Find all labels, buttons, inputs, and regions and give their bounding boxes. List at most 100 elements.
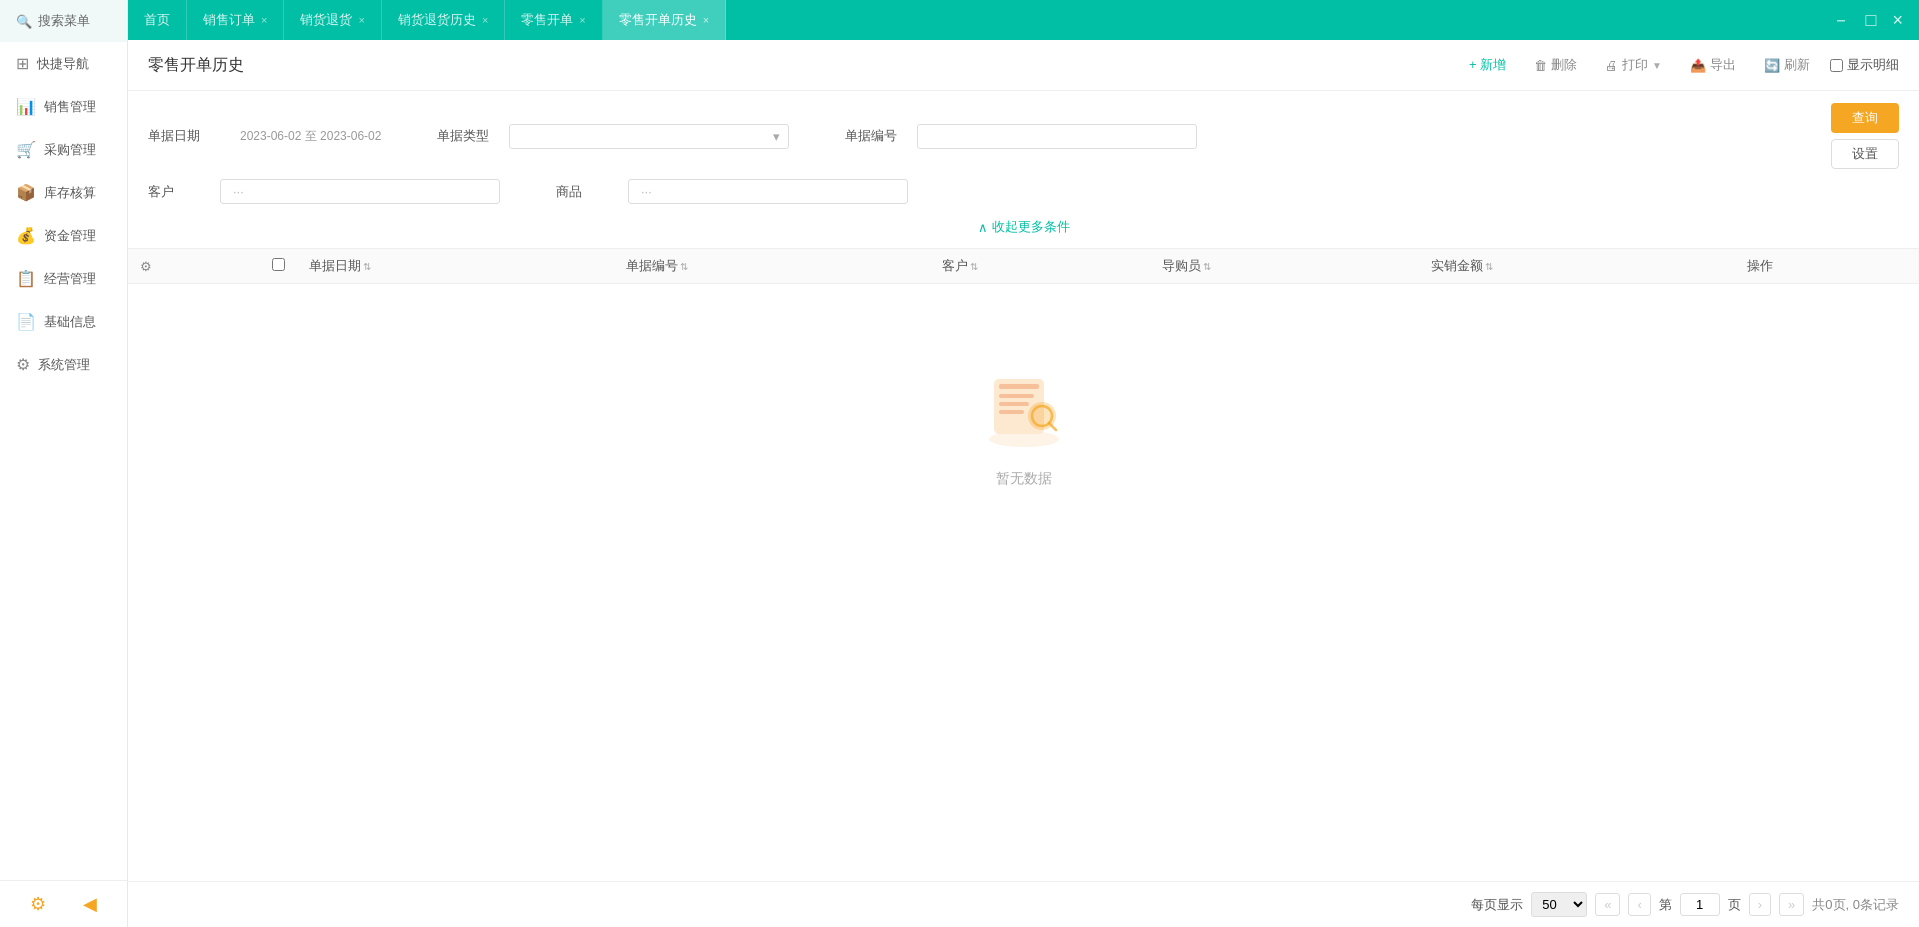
minimize-button[interactable]: －: [1828, 4, 1854, 36]
tab-retail-open[interactable]: 零售开单 ×: [505, 0, 602, 40]
col-header-order_no[interactable]: 单据编号⇅: [614, 249, 930, 284]
add-button[interactable]: + 新增: [1461, 52, 1514, 78]
sidebar-search[interactable]: 🔍 搜索菜单: [0, 0, 127, 42]
delete-button[interactable]: 🗑 删除: [1526, 52, 1585, 78]
collapse-button[interactable]: ∧ 收起更多条件: [148, 214, 1899, 240]
tab-close-icon[interactable]: ×: [579, 14, 585, 26]
page-title: 零售开单历史: [148, 55, 244, 76]
col-header-date[interactable]: 单据日期⇅: [297, 249, 613, 284]
print-dropdown-icon: ▼: [1652, 60, 1662, 71]
tab-list: 首页销售订单 × 销货退货 × 销货退货历史 × 零售开单 × 零售开单历史 ×: [128, 0, 726, 40]
date-range-text: 2023-06-02 至 2023-06-02: [240, 128, 381, 145]
order-no-input[interactable]: [917, 124, 1197, 149]
sidebar-item-inventory[interactable]: 📦 库存核算: [0, 171, 127, 214]
sidebar-item-purchase-mgmt[interactable]: 🛒 采购管理: [0, 128, 127, 171]
refresh-button[interactable]: 🔄 刷新: [1756, 52, 1818, 78]
search-icon: 🔍: [16, 14, 32, 29]
tab-retail-open-history[interactable]: 零售开单历史 ×: [603, 0, 726, 40]
collapse-label: 收起更多条件: [992, 218, 1070, 236]
page-label-after: 页: [1728, 896, 1741, 914]
query-button[interactable]: 查询: [1831, 103, 1899, 133]
tab-label: 零售开单历史: [619, 11, 697, 29]
tab-close-icon[interactable]: ×: [358, 14, 364, 26]
table-settings-icon[interactable]: ⚙: [140, 259, 152, 274]
sales-mgmt-icon: 📊: [16, 97, 36, 116]
tab-sales-return-history[interactable]: 销货退货历史 ×: [382, 0, 505, 40]
export-button[interactable]: 📤 导出: [1682, 52, 1744, 78]
tab-home[interactable]: 首页: [128, 0, 187, 40]
last-page-button[interactable]: »: [1779, 893, 1804, 916]
purchase-mgmt-icon: 🛒: [16, 140, 36, 159]
tab-sales-order[interactable]: 销售订单 ×: [187, 0, 284, 40]
pagination-bar: 每页显示 102050100 « ‹ 第 页 › » 共0页, 0条记录: [128, 881, 1919, 927]
system-icon: ⚙: [16, 355, 30, 374]
sort-icon: ⇅: [1203, 261, 1211, 272]
select-all-checkbox[interactable]: [272, 258, 285, 271]
tab-label: 销货退货: [300, 11, 352, 29]
collapse-icon[interactable]: ◀: [83, 893, 97, 915]
quick-nav-icon: ⊞: [16, 54, 29, 73]
sidebar-item-system[interactable]: ⚙ 系统管理: [0, 343, 127, 386]
col-label: 单据日期: [309, 258, 361, 273]
sidebar-bottom: ⚙ ◀: [0, 880, 127, 927]
sidebar-item-quick-nav[interactable]: ⊞ 快捷导航: [0, 42, 127, 85]
customer-select[interactable]: ···: [220, 179, 500, 204]
page-label-before: 第: [1659, 896, 1672, 914]
delete-icon: 🗑: [1534, 58, 1547, 73]
next-page-button[interactable]: ›: [1749, 893, 1771, 916]
tab-sales-return[interactable]: 销货退货 ×: [284, 0, 381, 40]
sidebar-item-label: 快捷导航: [37, 55, 89, 73]
svg-rect-5: [999, 410, 1024, 414]
print-icon: 🖨: [1605, 58, 1618, 73]
close-button[interactable]: ×: [1888, 6, 1907, 35]
print-button[interactable]: 🖨 打印 ▼: [1597, 52, 1670, 78]
main-content: 首页销售订单 × 销货退货 × 销货退货历史 × 零售开单 × 零售开单历史 × － □ × 零售…: [128, 0, 1919, 927]
tab-label: 销货退货历史: [398, 11, 476, 29]
tab-label: 零售开单: [521, 11, 573, 29]
col-header-customer[interactable]: 客户⇅: [930, 249, 1151, 284]
sort-icon: ⇅: [680, 261, 688, 272]
header-actions: + 新增 🗑 删除 🖨 打印 ▼ 📤 导出 🔄 刷新 显示明细: [1461, 52, 1899, 78]
order-no-label: 单据编号: [845, 127, 901, 145]
svg-rect-3: [999, 394, 1034, 398]
goods-label: 商品: [556, 183, 612, 201]
sidebar-item-label: 经营管理: [44, 270, 96, 288]
customer-dots: ···: [233, 184, 244, 199]
sidebar-item-label: 系统管理: [38, 356, 90, 374]
tab-close-icon[interactable]: ×: [482, 14, 488, 26]
settings-icon[interactable]: ⚙: [30, 893, 46, 915]
sort-icon: ⇅: [1485, 261, 1493, 272]
filter-area: 单据日期 2023-06-02 至 2023-06-02 单据类型 ▾ 单据编号…: [128, 91, 1919, 249]
tab-close-icon[interactable]: ×: [261, 14, 267, 26]
col-label: 单据编号: [626, 258, 678, 273]
col-header-amount[interactable]: 实销金额⇅: [1419, 249, 1735, 284]
empty-text: 暂无数据: [996, 470, 1052, 488]
tab-close-icon[interactable]: ×: [703, 14, 709, 26]
sidebar-item-label: 资金管理: [44, 227, 96, 245]
order-type-label: 单据类型: [437, 127, 493, 145]
col-header-checkbox[interactable]: [260, 249, 297, 284]
sidebar-item-finance[interactable]: 💰 资金管理: [0, 214, 127, 257]
show-detail-checkbox[interactable]: 显示明细: [1830, 56, 1899, 74]
customer-label: 客户: [148, 183, 204, 201]
sidebar-item-sales-mgmt[interactable]: 📊 销售管理: [0, 85, 127, 128]
page-input[interactable]: [1680, 893, 1720, 916]
filter-row-2: 客户 ··· 商品 ···: [148, 179, 1899, 204]
col-header-salesperson[interactable]: 导购员⇅: [1150, 249, 1418, 284]
refresh-icon: 🔄: [1764, 58, 1780, 73]
prev-page-button[interactable]: ‹: [1628, 893, 1650, 916]
sidebar-item-basic-info[interactable]: 📄 基础信息: [0, 300, 127, 343]
show-detail-input[interactable]: [1830, 59, 1843, 72]
sidebar: 🔍 搜索菜单 ⊞ 快捷导航 📊 销售管理 🛒 采购管理 📦 库存核算 💰 资金管…: [0, 0, 128, 927]
page-size-select[interactable]: 102050100: [1531, 892, 1587, 917]
order-type-select[interactable]: ▾: [509, 124, 789, 149]
tab-label: 销售订单: [203, 11, 255, 29]
sidebar-item-operations[interactable]: 📋 经营管理: [0, 257, 127, 300]
first-page-button[interactable]: «: [1595, 893, 1620, 916]
settings-button[interactable]: 设置: [1831, 139, 1899, 169]
col-header-settings: ⚙: [128, 249, 260, 284]
sidebar-item-label: 库存核算: [44, 184, 96, 202]
maximize-button[interactable]: □: [1862, 6, 1881, 35]
goods-select[interactable]: ···: [628, 179, 908, 204]
sort-icon: ⇅: [970, 261, 978, 272]
